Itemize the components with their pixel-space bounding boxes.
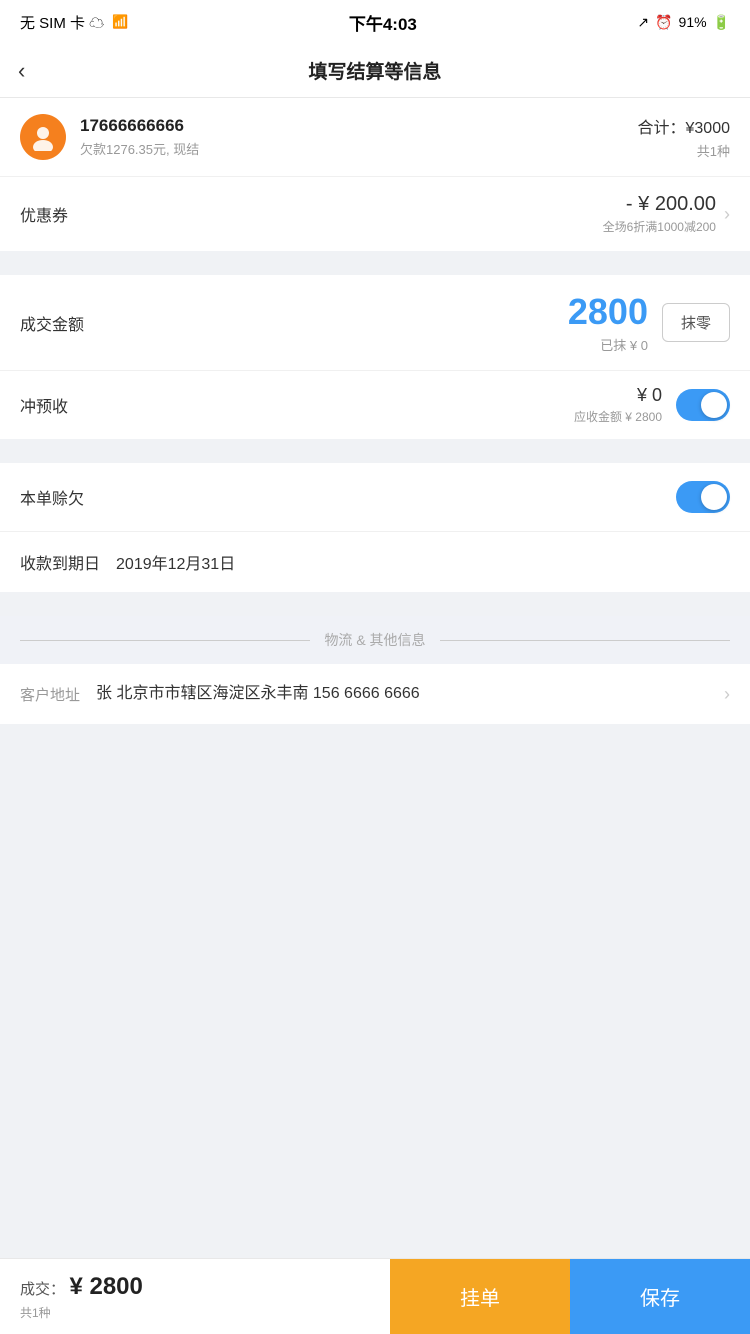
divider-line-right [440,640,730,641]
customer-debt: 欠款1276.35元, 现结 [80,139,199,158]
status-bar: 无 SIM 卡 ☁ 📶 下午4:03 ↗ ⏰ 91% 🔋 [0,0,750,44]
page-title: 填写结算等信息 [308,57,441,84]
customer-left: 17666666666 欠款1276.35元, 现结 [20,114,199,160]
address-content: 张 北京市市辖区海淀区永丰南 156 6666 6666 [96,682,714,706]
debt-toggle-knob [701,484,727,510]
prereceive-value: ¥ 0 [574,385,662,406]
customer-total: 合计：¥3000 [638,114,731,138]
toggle-knob [701,392,727,418]
round-button[interactable]: 抹零 [662,303,730,342]
back-button[interactable]: ‹ [18,58,25,84]
due-date-value: 2019年12月31日 [116,550,235,574]
amount-row: 成交金额 2800 已抹 ¥ 0 抹零 [0,275,750,370]
bottom-bar: 成交： ¥ 2800 共1种 挂单 保存 [0,1258,750,1334]
user-avatar-icon [29,123,57,151]
bottom-spacer [0,724,750,844]
amount-value-wrap: 2800 已抹 ¥ 0 [568,291,648,354]
alarm-icon: ⏰ [655,14,672,31]
debt-label: 本单赊欠 [20,485,84,509]
coupon-discount: - ¥ 200.00 [603,193,716,216]
customer-phone: 17666666666 [80,116,199,136]
coupon-chevron-icon: › [724,204,730,225]
coupon-amount: - ¥ 200.00 全场6折满1000减200 [603,193,716,235]
amount-section: 成交金额 2800 已抹 ¥ 0 抹零 冲预收 ¥ 0 应收金额 ¥ 2800 [0,275,750,439]
avatar [20,114,66,160]
address-row[interactable]: 客户地址 张 北京市市辖区海淀区永丰南 156 6666 6666 › [0,664,750,724]
logistics-divider: 物流 & 其他信息 [0,616,750,664]
gray-gap-1 [0,263,750,275]
status-time: 下午4:03 [349,10,417,35]
status-right: ↗ ⏰ 91% 🔋 [637,14,730,31]
location-icon: ↗ [637,14,649,31]
bottom-deal-label: 成交： [20,1281,65,1298]
debt-row: 本单赊欠 [0,463,750,531]
coupon-desc: 全场6折满1000减200 [603,218,716,235]
amount-right: 2800 已抹 ¥ 0 抹零 [568,291,730,354]
debt-section: 本单赊欠 收款到期日 2019年12月31日 [0,463,750,592]
save-button[interactable]: 保存 [570,1259,750,1334]
address-label: 客户地址 [20,684,80,705]
prereceive-amount: ¥ 0 应收金额 ¥ 2800 [574,385,662,425]
status-left: 无 SIM 卡 ☁ 📶 [20,12,128,33]
wifi-icon: 📶 [112,14,128,30]
bottom-count: 共1种 [20,1304,370,1321]
bottom-amount: ¥ 2800 [69,1273,142,1300]
customer-count: 共1种 [638,141,731,160]
battery-text: 91% [679,14,707,30]
nav-bar: ‹ 填写结算等信息 [0,44,750,98]
customer-section: 17666666666 欠款1276.35元, 现结 合计：¥3000 共1种 … [0,98,750,251]
prereceive-toggle[interactable] [676,389,730,421]
debt-toggle[interactable] [676,481,730,513]
gray-gap-3 [0,604,750,616]
battery-icon: 🔋 [713,14,730,31]
bottom-deal-row: 成交： ¥ 2800 [20,1273,370,1301]
prereceive-row: 冲预收 ¥ 0 应收金额 ¥ 2800 [0,370,750,439]
amount-label: 成交金额 [20,311,84,335]
no-sim-text: 无 SIM 卡 ☁ [20,12,104,33]
coupon-label: 优惠券 [20,202,68,226]
due-date-row: 收款到期日 2019年12月31日 [0,531,750,592]
logistics-text: 物流 & 其他信息 [310,630,439,650]
amount-sub: 已抹 ¥ 0 [568,335,648,354]
amount-value: 2800 [568,291,648,332]
prereceive-label: 冲预收 [20,393,68,417]
customer-info: 17666666666 欠款1276.35元, 现结 [80,116,199,158]
hang-button[interactable]: 挂单 [390,1259,570,1334]
coupon-row[interactable]: 优惠券 - ¥ 200.00 全场6折满1000减200 › [0,176,750,251]
address-section: 客户地址 张 北京市市辖区海淀区永丰南 156 6666 6666 › [0,664,750,724]
bottom-info: 成交： ¥ 2800 共1种 [0,1273,390,1321]
prereceive-sub: 应收金额 ¥ 2800 [574,408,662,425]
prereceive-right: ¥ 0 应收金额 ¥ 2800 [574,385,730,425]
customer-right: 合计：¥3000 共1种 [638,114,731,160]
gray-gap-2 [0,451,750,463]
address-chevron-icon: › [724,684,730,705]
customer-row: 17666666666 欠款1276.35元, 现结 合计：¥3000 共1种 [0,98,750,176]
due-date-label: 收款到期日 [20,550,100,574]
coupon-right: - ¥ 200.00 全场6折满1000减200 › [603,193,730,235]
divider-line-left [20,640,310,641]
